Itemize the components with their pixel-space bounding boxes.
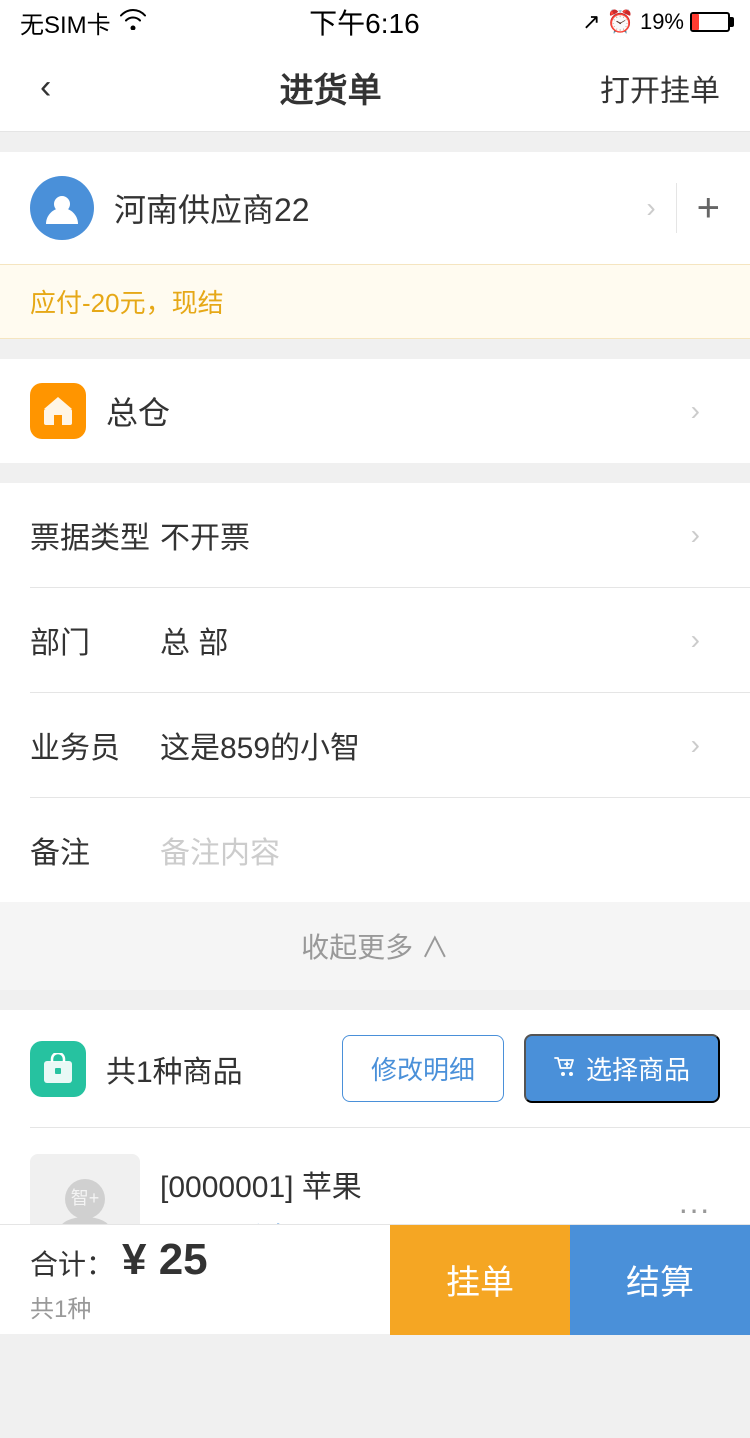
divider-1 (0, 339, 750, 359)
divider-line-4 (30, 1127, 750, 1128)
status-right: ↗ ⏰ 19% (582, 9, 730, 35)
supplier-divider (676, 183, 677, 233)
remark-row[interactable]: 备注 备注内容 (0, 798, 750, 902)
invoice-row[interactable]: 票据类型 不开票 › (0, 483, 750, 587)
warehouse-name: 总仓 (106, 388, 691, 434)
back-button[interactable]: ‹ (30, 58, 61, 117)
status-left: 无SIM卡 (20, 5, 147, 40)
open-hang-button[interactable]: 打开挂单 (600, 66, 720, 110)
department-label: 部门 (30, 618, 160, 662)
sales-rep-label: 业务员 (30, 723, 160, 767)
sales-rep-chevron-icon: › (691, 729, 700, 761)
location-icon: ↗ (582, 9, 600, 35)
department-row[interactable]: 部门 总 部 › (0, 588, 750, 692)
total-sub: 共1种 (30, 1289, 360, 1324)
sales-rep-row[interactable]: 业务员 这是859的小智 › (0, 693, 750, 797)
product-name: [0000001] 苹果 (160, 1162, 648, 1206)
remark-placeholder: 备注内容 (160, 828, 720, 872)
wifi-icon (119, 8, 147, 37)
supplier-add-button[interactable]: + (697, 186, 720, 231)
payment-notice: 应付-20元，现结 (0, 264, 750, 339)
department-chevron-icon: › (691, 624, 700, 656)
warehouse-icon (30, 383, 86, 439)
products-header: 共1种商品 修改明细 选择商品 (0, 1010, 750, 1127)
alarm-icon: ⏰ (607, 9, 634, 35)
supplier-name: 河南供应商22 (114, 185, 646, 231)
divider-3 (0, 990, 750, 1010)
bottom-bar: 合计： ¥ 25 共1种 挂单 结算 (0, 1224, 750, 1334)
warehouse-row[interactable]: 总仓 › (0, 359, 750, 463)
total-value: ¥ 25 (122, 1235, 208, 1285)
total-section: 合计： ¥ 25 共1种 (0, 1235, 390, 1324)
warehouse-card[interactable]: 总仓 › (0, 359, 750, 463)
collapse-bar[interactable]: 收起更多 ∧ (0, 902, 750, 990)
chevron-right-icon: › (646, 192, 655, 224)
total-amount-row: 合计： ¥ 25 (30, 1235, 360, 1285)
supplier-row[interactable]: 河南供应商22 › + (0, 152, 750, 264)
products-icon (30, 1041, 86, 1097)
product-name-text: 苹果 (302, 1171, 362, 1204)
supplier-card: 河南供应商22 › + 应付-20元，现结 (0, 152, 750, 339)
hang-order-button[interactable]: 挂单 (390, 1225, 570, 1335)
remark-label: 备注 (30, 828, 160, 872)
select-product-button[interactable]: 选择商品 (524, 1034, 720, 1103)
svg-text:智+: 智+ (71, 1188, 100, 1208)
department-value: 总 部 (160, 618, 691, 662)
cart-icon (554, 1053, 578, 1084)
nav-bar: ‹ 进货单 打开挂单 (0, 44, 750, 132)
supplier-avatar (30, 176, 94, 240)
status-time: 下午6:16 (309, 2, 420, 42)
checkout-button[interactable]: 结算 (570, 1225, 750, 1335)
page-title: 进货单 (280, 63, 382, 112)
invoice-chevron-icon: › (691, 519, 700, 551)
battery-percent: 19% (640, 9, 684, 35)
divider-top (0, 132, 750, 152)
products-count: 共1种商品 (106, 1047, 322, 1091)
status-bar: 无SIM卡 下午6:16 ↗ ⏰ 19% (0, 0, 750, 44)
signal-label: 无SIM卡 (20, 5, 111, 40)
warehouse-chevron-icon: › (691, 395, 700, 427)
invoice-label: 票据类型 (30, 513, 160, 557)
form-card: 票据类型 不开票 › 部门 总 部 › 业务员 这是859的小智 › 备注 备注… (0, 483, 750, 902)
sales-rep-value: 这是859的小智 (160, 723, 691, 767)
invoice-value: 不开票 (160, 513, 691, 557)
battery-icon (690, 12, 730, 32)
select-product-label: 选择商品 (586, 1050, 690, 1087)
edit-detail-button[interactable]: 修改明细 (342, 1035, 504, 1102)
divider-2 (0, 463, 750, 483)
collapse-label: 收起更多 ∧ (301, 926, 449, 966)
total-label: 合计： (30, 1243, 114, 1283)
product-code: [0000001] (160, 1171, 293, 1204)
